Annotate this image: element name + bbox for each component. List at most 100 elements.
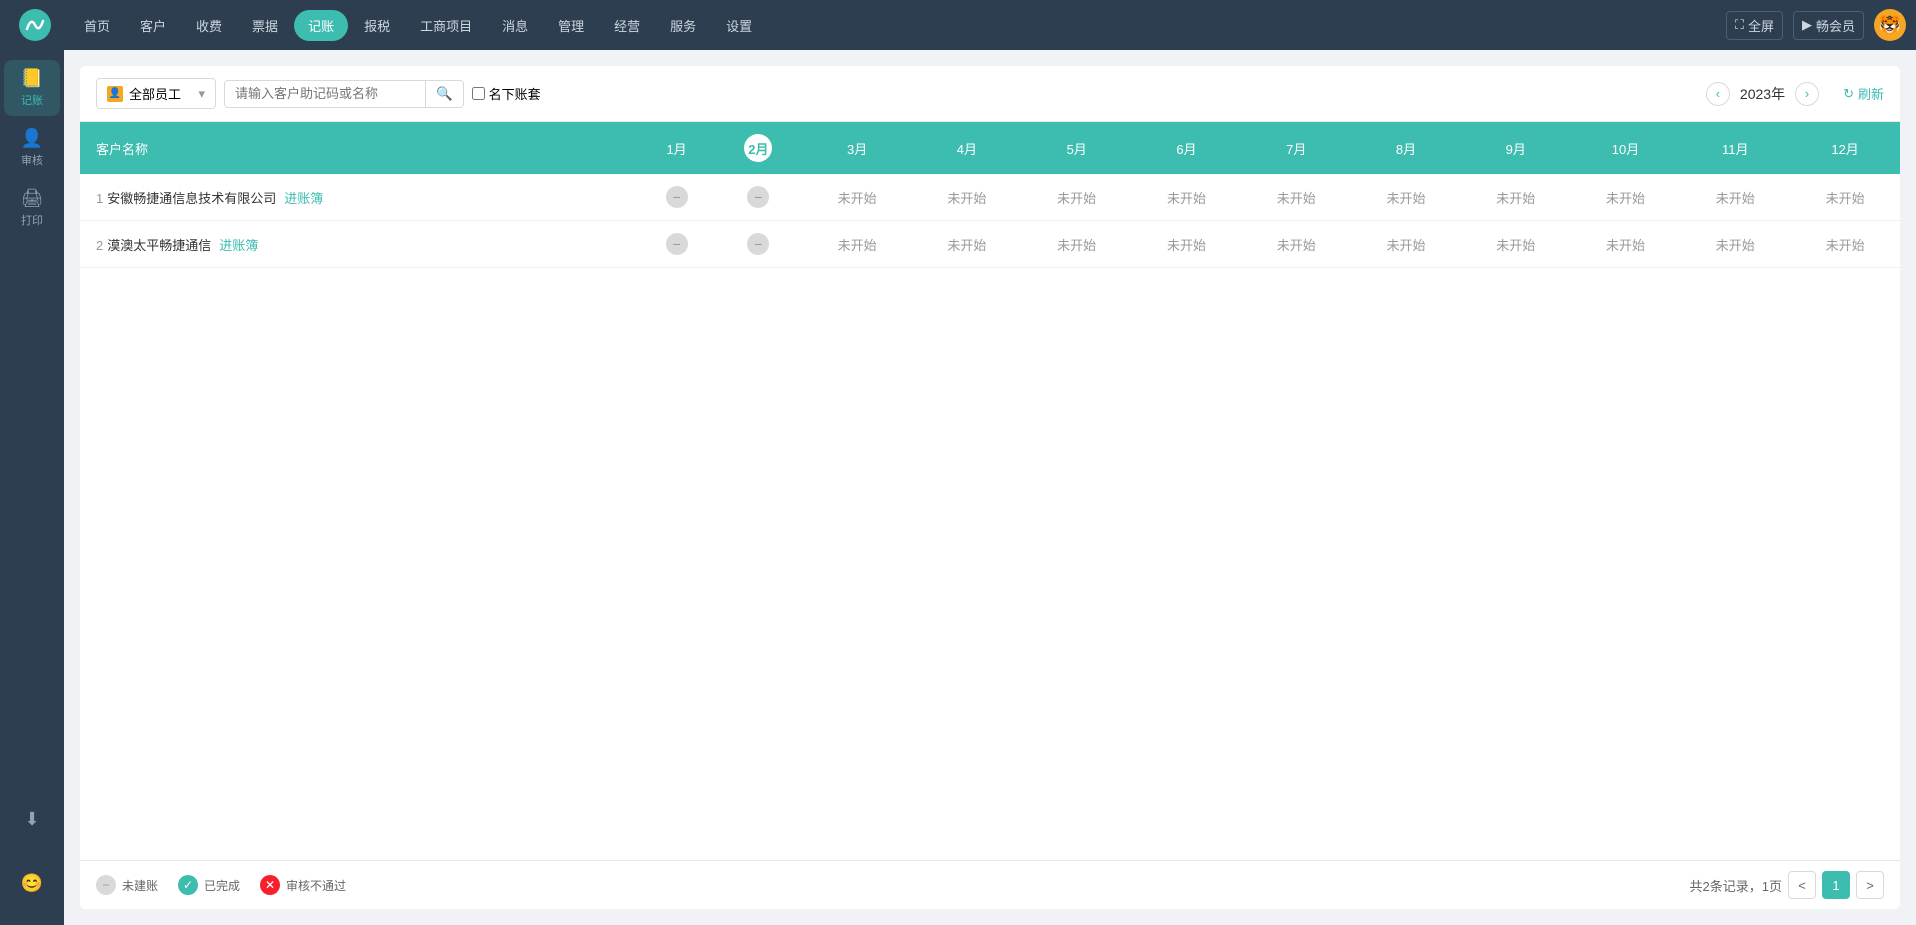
- month-cell-3: 未开始: [802, 174, 912, 221]
- nav-item-client[interactable]: 客户: [126, 10, 180, 41]
- bookkeeping-icon: 📒: [21, 68, 43, 89]
- year-display: 2023年: [1740, 84, 1785, 104]
- col-header-may: 5月: [1022, 122, 1132, 174]
- pagination: 共2条记录，1页 < 1 >: [1690, 871, 1884, 899]
- not-started-circle[interactable]: −: [666, 233, 688, 255]
- nav-right: ⛶ 全屏 ▶ 畅会员 🐯: [1726, 9, 1906, 41]
- chevron-down-icon: ▾: [198, 86, 205, 102]
- member-button[interactable]: ▶ 畅会员: [1793, 11, 1864, 40]
- sidebar-item-user[interactable]: 😊: [4, 855, 60, 911]
- review-icon: 👤: [21, 128, 43, 149]
- sidebar-item-download[interactable]: ⬇: [4, 791, 60, 847]
- col-header-aug: 8月: [1351, 122, 1461, 174]
- month-cell-6: 未开始: [1132, 174, 1242, 221]
- not-started-text: 未开始: [1057, 238, 1096, 253]
- row-index: 1: [96, 191, 103, 206]
- month-cell-5: 未开始: [1022, 221, 1132, 268]
- table-header-row: 客户名称 1月 2月 3月 4月 5月 6月 7月 8月 9月 10月: [80, 122, 1900, 174]
- nav-item-home[interactable]: 首页: [70, 10, 124, 41]
- current-month-badge: 2月: [744, 134, 772, 162]
- table-row: 1安徽畅捷通信息技术有限公司进账簿−−未开始未开始未开始未开始未开始未开始未开始…: [80, 174, 1900, 221]
- completed-icon: ✓: [178, 875, 198, 895]
- page-1-button[interactable]: 1: [1822, 871, 1850, 899]
- month-cell-10: 未开始: [1571, 174, 1681, 221]
- col-header-name: 客户名称: [80, 122, 639, 174]
- month-cell-2: −: [714, 174, 802, 221]
- month-cell-1: −: [639, 221, 715, 268]
- nav-items: 首页 客户 收费 票据 记账 报税 工商项目 消息 管理 经营 服务 设置: [70, 10, 1726, 41]
- my-accounts-filter[interactable]: 名下账套: [472, 84, 541, 103]
- not-started-text: 未开始: [1167, 191, 1206, 206]
- my-accounts-label: 名下账套: [489, 84, 541, 103]
- col-header-apr: 4月: [912, 122, 1022, 174]
- refresh-button[interactable]: ↻ 刷新: [1843, 84, 1884, 103]
- col-header-jul: 7月: [1241, 122, 1351, 174]
- play-icon: ▶: [1802, 17, 1812, 33]
- prev-year-button[interactable]: ‹: [1706, 82, 1730, 106]
- employee-select[interactable]: 👤 全部员工 ▾: [96, 78, 216, 109]
- row-name-cell: 1安徽畅捷通信息技术有限公司进账簿: [80, 174, 639, 221]
- not-started-text: 未开始: [1716, 238, 1755, 253]
- nav-item-settings[interactable]: 设置: [712, 10, 766, 41]
- nav-item-message[interactable]: 消息: [488, 10, 542, 41]
- row-index: 2: [96, 238, 103, 253]
- not-started-text: 未开始: [947, 238, 986, 253]
- table-row: 2漠澳太平畅捷通信进账簿−−未开始未开始未开始未开始未开始未开始未开始未开始未开…: [80, 221, 1900, 268]
- month-cell-8: 未开始: [1351, 174, 1461, 221]
- not-started-text: 未开始: [1386, 191, 1425, 206]
- not-started-circle[interactable]: −: [747, 186, 769, 208]
- sidebar-item-print-label: 打印: [21, 212, 43, 228]
- next-year-button[interactable]: ›: [1795, 82, 1819, 106]
- col-header-dec: 12月: [1790, 122, 1900, 174]
- nav-item-tax[interactable]: 报税: [350, 10, 404, 41]
- avatar[interactable]: 🐯: [1874, 9, 1906, 41]
- refresh-icon: ↻: [1843, 86, 1854, 102]
- nav-item-manage[interactable]: 管理: [544, 10, 598, 41]
- sidebar-item-review[interactable]: 👤 审核: [4, 120, 60, 176]
- month-cell-7: 未开始: [1241, 174, 1351, 221]
- logo: [10, 9, 60, 41]
- nav-item-fee[interactable]: 收费: [182, 10, 236, 41]
- search-input[interactable]: [225, 81, 425, 106]
- not-started-text: 未开始: [1167, 238, 1206, 253]
- month-cell-12: 未开始: [1790, 174, 1900, 221]
- table-wrap: 客户名称 1月 2月 3月 4月 5月 6月 7月 8月 9月 10月: [80, 122, 1900, 860]
- row-name-cell: 2 漠澳太平畅捷通信进账簿: [80, 221, 639, 268]
- search-button[interactable]: 🔍: [425, 81, 463, 107]
- failed-icon: ✕: [260, 875, 280, 895]
- next-page-button[interactable]: >: [1856, 871, 1884, 899]
- nav-item-service[interactable]: 服务: [656, 10, 710, 41]
- month-cell-7: 未开始: [1241, 221, 1351, 268]
- col-header-mar: 3月: [802, 122, 912, 174]
- enter-ledger-link[interactable]: 进账簿: [284, 191, 323, 206]
- prev-page-icon: <: [1798, 878, 1806, 893]
- fullscreen-button[interactable]: ⛶ 全屏: [1726, 11, 1783, 40]
- col-header-sep: 9月: [1461, 122, 1571, 174]
- client-name: 漠澳太平畅捷通信: [107, 238, 211, 253]
- col-header-feb: 2月: [714, 122, 802, 174]
- nav-item-operation[interactable]: 经营: [600, 10, 654, 41]
- not-started-circle[interactable]: −: [666, 186, 688, 208]
- bookkeeping-table: 客户名称 1月 2月 3月 4月 5月 6月 7月 8月 9月 10月: [80, 122, 1900, 268]
- nav-item-invoice[interactable]: 票据: [238, 10, 292, 41]
- month-cell-9: 未开始: [1461, 221, 1571, 268]
- sidebar-item-bookkeeping[interactable]: 📒 记账: [4, 60, 60, 116]
- not-started-label: 未建账: [122, 877, 158, 894]
- toolbar: 👤 全部员工 ▾ 🔍 名下账套: [80, 66, 1900, 122]
- not-started-circle[interactable]: −: [747, 233, 769, 255]
- legend-not-started: − 未建账: [96, 875, 158, 895]
- col-header-oct: 10月: [1571, 122, 1681, 174]
- my-accounts-checkbox[interactable]: [472, 87, 485, 100]
- month-cell-10: 未开始: [1571, 221, 1681, 268]
- content-inner: 👤 全部员工 ▾ 🔍 名下账套: [64, 50, 1916, 925]
- nav-item-bookkeeping[interactable]: 记账: [294, 10, 348, 41]
- not-started-icon: −: [96, 875, 116, 895]
- enter-ledger-link[interactable]: 进账簿: [219, 238, 258, 253]
- prev-page-button[interactable]: <: [1788, 871, 1816, 899]
- not-started-text: 未开始: [1606, 238, 1645, 253]
- sidebar-item-review-label: 审核: [21, 152, 43, 168]
- sidebar-item-print[interactable]: 🖨 打印: [4, 180, 60, 236]
- member-label: 畅会员: [1816, 16, 1855, 35]
- chevron-right-icon: ›: [1805, 86, 1809, 101]
- nav-item-business[interactable]: 工商项目: [406, 10, 486, 41]
